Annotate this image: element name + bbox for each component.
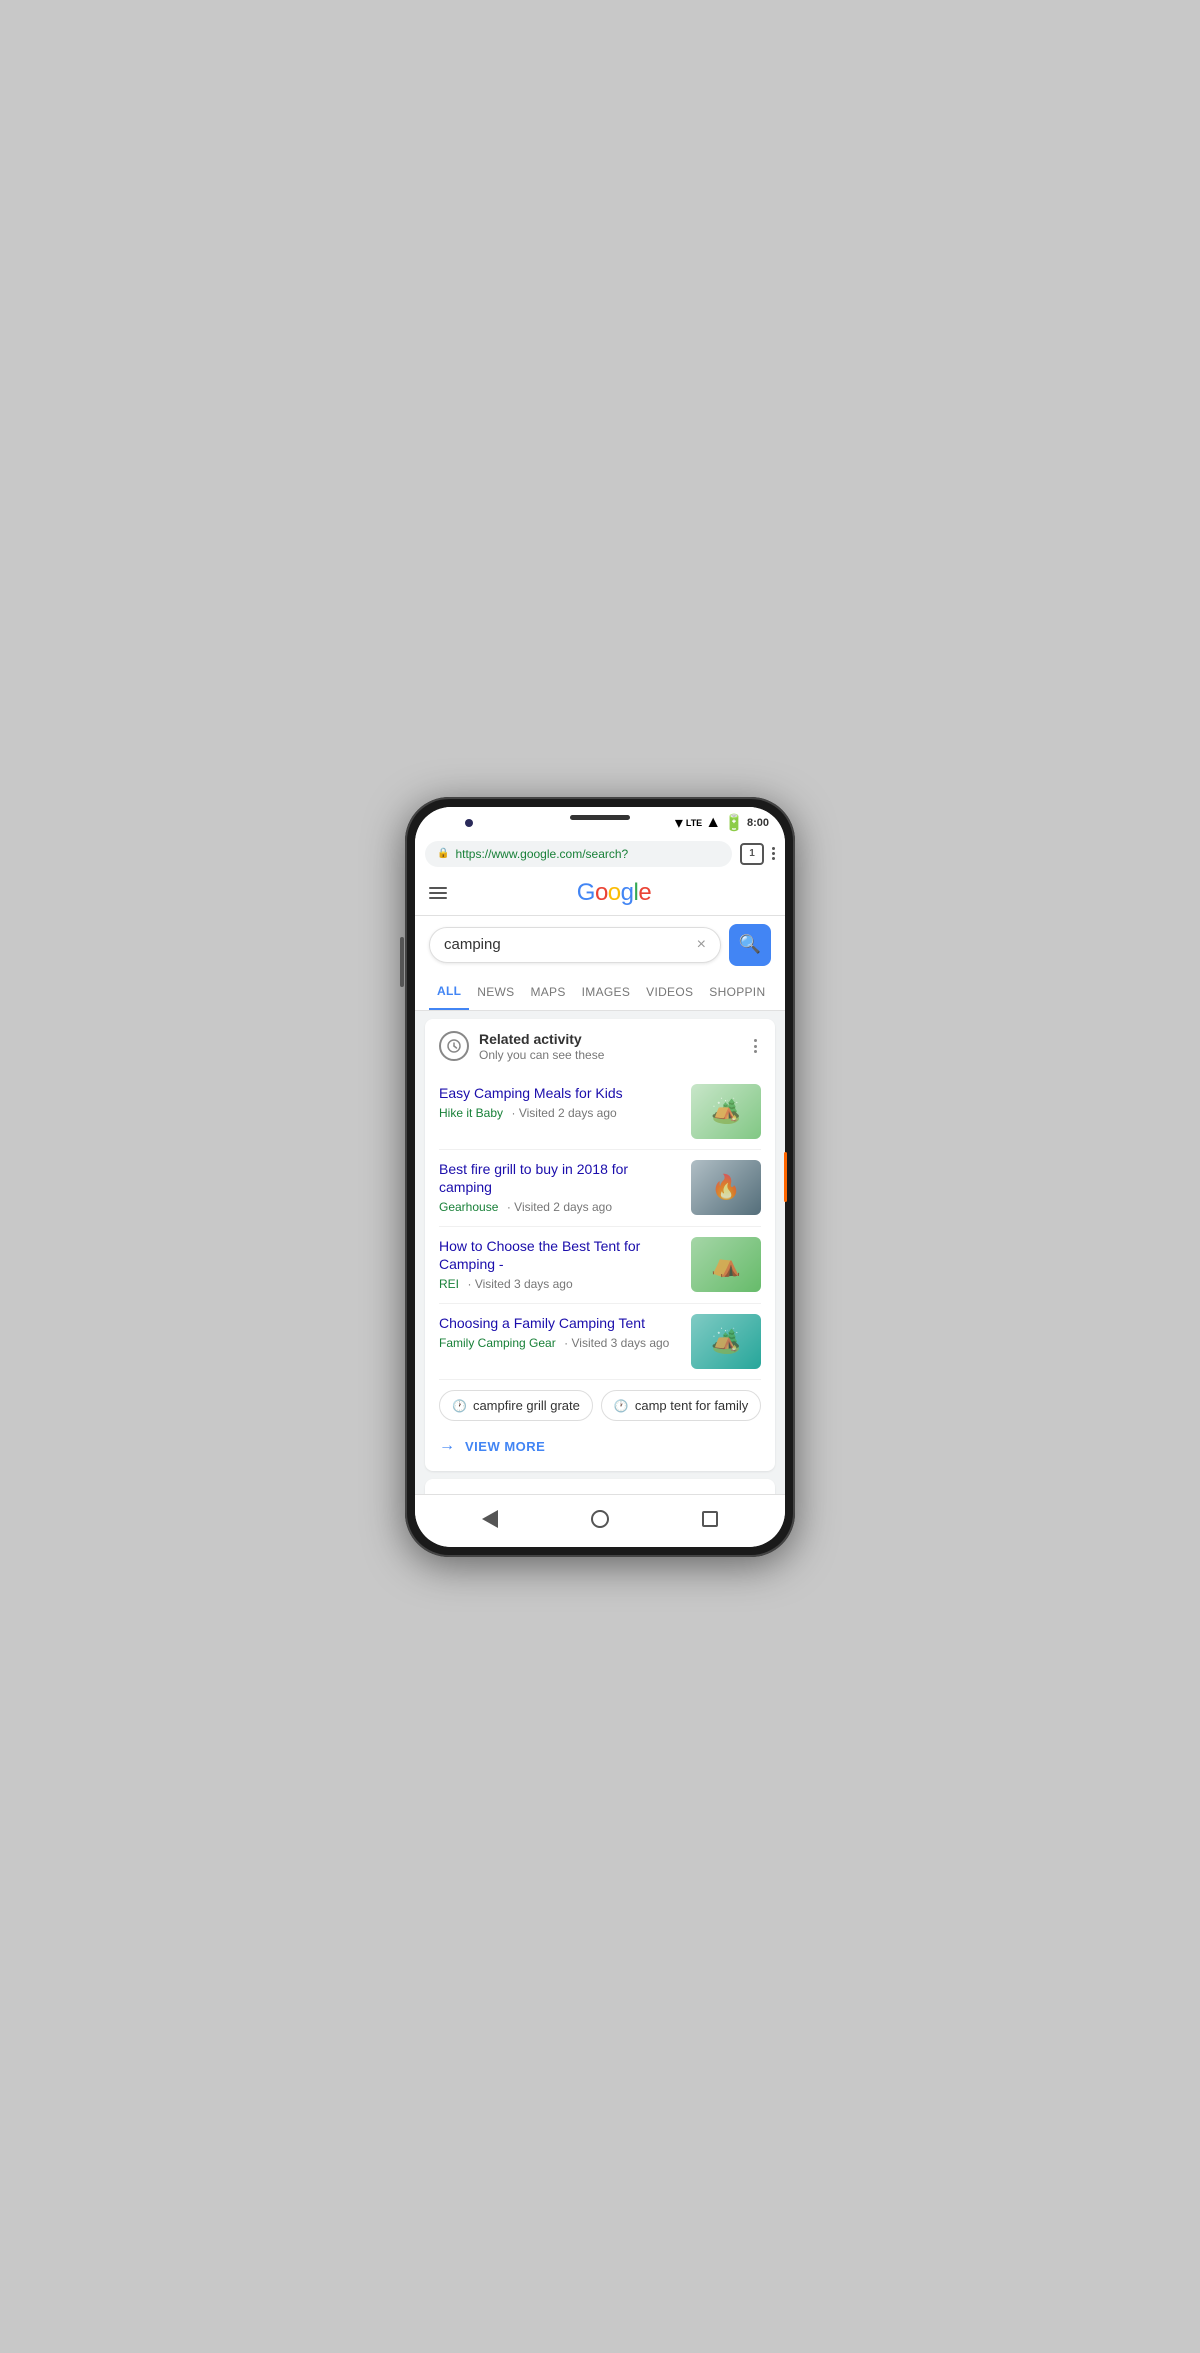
status-icons: ▾ LTE ▲ 🔋 8:00 bbox=[675, 813, 769, 833]
google-logo: Google bbox=[577, 879, 651, 907]
logo-o1: o bbox=[595, 879, 608, 907]
nps-result-card[interactable]: What to Bring - Camping (U.S. National P… bbox=[425, 1479, 775, 1493]
speaker-bar bbox=[570, 815, 630, 820]
result-source-4: Family Camping Gear bbox=[439, 1336, 556, 1350]
thumb-icon-3: ⛺ bbox=[711, 1250, 741, 1279]
chip-campfire[interactable]: 🕐 campfire grill grate bbox=[439, 1390, 593, 1421]
result-source-1: Hike it Baby bbox=[439, 1106, 503, 1120]
related-title: Related activity bbox=[479, 1031, 604, 1047]
arrow-icon: → bbox=[439, 1437, 455, 1455]
chip-clock-icon-1: 🕐 bbox=[452, 1399, 467, 1413]
thumb-icon-1: 🏕️ bbox=[711, 1097, 741, 1126]
tab-news[interactable]: NEWS bbox=[469, 975, 522, 1009]
search-clear-button[interactable]: × bbox=[697, 936, 706, 954]
hamburger-menu[interactable] bbox=[429, 887, 447, 899]
nav-back-button[interactable] bbox=[476, 1505, 504, 1533]
result-thumb-4: 🏕️ bbox=[691, 1314, 761, 1369]
chip-label-2: camp tent for family bbox=[635, 1398, 748, 1413]
nav-recents-button[interactable] bbox=[696, 1505, 724, 1533]
tabs-row: ALL NEWS MAPS IMAGES VIDEOS SHOPPIN bbox=[415, 974, 785, 1011]
wifi-icon: ▾ bbox=[675, 813, 683, 833]
result-item-2[interactable]: Best fire grill to buy in 2018 for campi… bbox=[439, 1150, 761, 1227]
url-protocol: https:// bbox=[455, 847, 491, 861]
search-query: camping bbox=[444, 936, 689, 953]
result-visited-2: Visited 2 days ago bbox=[514, 1200, 612, 1214]
result-source-2: Gearhouse bbox=[439, 1200, 498, 1214]
camera-dot bbox=[465, 819, 473, 827]
result-title-1: Easy Camping Meals for Kids bbox=[439, 1084, 681, 1102]
logo-g: G bbox=[577, 879, 595, 907]
result-title-2: Best fire grill to buy in 2018 for campi… bbox=[439, 1160, 681, 1196]
url-domain: www.google.com/search? bbox=[491, 847, 628, 861]
logo-o2: o bbox=[608, 879, 621, 907]
result-thumb-3: ⛺ bbox=[691, 1237, 761, 1292]
chip-clock-icon-2: 🕐 bbox=[614, 1399, 629, 1413]
home-icon bbox=[591, 1510, 609, 1528]
related-activity-card: Related activity Only you can see these … bbox=[425, 1019, 775, 1472]
result-text-4: Choosing a Family Camping Tent Family Ca… bbox=[439, 1314, 681, 1352]
result-visited-3: Visited 3 days ago bbox=[475, 1277, 573, 1291]
view-more-row[interactable]: → VIEW MORE bbox=[439, 1425, 761, 1459]
url-text: https://www.google.com/search? bbox=[455, 847, 628, 861]
result-title-3: How to Choose the Best Tent for Camping … bbox=[439, 1237, 681, 1273]
result-meta-3: · bbox=[467, 1277, 474, 1291]
result-thumb-1: 🏕️ bbox=[691, 1084, 761, 1139]
logo-g2: g bbox=[621, 879, 634, 907]
chip-label-1: campfire grill grate bbox=[473, 1398, 580, 1413]
search-row: camping × 🔍 bbox=[415, 916, 785, 974]
result-meta-1: · bbox=[511, 1106, 518, 1120]
recents-icon bbox=[702, 1511, 718, 1527]
tab-all[interactable]: ALL bbox=[429, 974, 469, 1010]
signal-icon: ▲ bbox=[705, 814, 721, 832]
result-item-3[interactable]: How to Choose the Best Tent for Camping … bbox=[439, 1227, 761, 1304]
result-title-4: Choosing a Family Camping Tent bbox=[439, 1314, 681, 1332]
result-text-2: Best fire grill to buy in 2018 for campi… bbox=[439, 1160, 681, 1216]
lock-icon: 🔒 bbox=[437, 848, 449, 859]
nav-bar bbox=[415, 1494, 785, 1547]
search-button[interactable]: 🔍 bbox=[729, 924, 771, 966]
tab-maps[interactable]: MAPS bbox=[522, 975, 573, 1009]
phone-screen: ▾ LTE ▲ 🔋 8:00 🔒 https://www.google.com/… bbox=[415, 807, 785, 1547]
orange-accent bbox=[784, 1152, 787, 1202]
chip-tent[interactable]: 🕐 camp tent for family bbox=[601, 1390, 761, 1421]
search-icon: 🔍 bbox=[739, 934, 761, 955]
thumb-icon-4: 🏕️ bbox=[711, 1327, 741, 1356]
lte-icon: LTE bbox=[686, 818, 702, 828]
related-header: Related activity Only you can see these bbox=[439, 1031, 761, 1062]
related-more-button[interactable] bbox=[750, 1035, 761, 1057]
result-visited-1: Visited 2 days ago bbox=[519, 1106, 617, 1120]
related-subtitle: Only you can see these bbox=[479, 1048, 604, 1062]
search-box[interactable]: camping × bbox=[429, 927, 721, 963]
back-icon bbox=[482, 1510, 498, 1528]
result-meta-4: · bbox=[564, 1336, 571, 1350]
content-area: Related activity Only you can see these … bbox=[415, 1011, 785, 1494]
view-more-text: VIEW MORE bbox=[465, 1439, 545, 1454]
power-button[interactable] bbox=[400, 937, 404, 987]
thumb-icon-2: 🔥 bbox=[711, 1173, 741, 1202]
tab-videos[interactable]: VIDEOS bbox=[638, 975, 701, 1009]
more-menu-button[interactable] bbox=[772, 847, 775, 860]
result-item-4[interactable]: Choosing a Family Camping Tent Family Ca… bbox=[439, 1304, 761, 1380]
chips-row: 🕐 campfire grill grate 🕐 camp tent for f… bbox=[439, 1380, 761, 1425]
url-bar[interactable]: 🔒 https://www.google.com/search? bbox=[425, 841, 732, 867]
clock-icon bbox=[439, 1031, 469, 1061]
battery-icon: 🔋 bbox=[724, 813, 744, 833]
result-visited-4: Visited 3 days ago bbox=[572, 1336, 670, 1350]
related-text: Related activity Only you can see these bbox=[479, 1031, 604, 1062]
tab-shopping[interactable]: SHOPPIN bbox=[701, 975, 773, 1009]
logo-e: e bbox=[638, 879, 651, 907]
tab-images[interactable]: IMAGES bbox=[574, 975, 638, 1009]
tab-count-button[interactable]: 1 bbox=[740, 843, 764, 865]
result-thumb-2: 🔥 bbox=[691, 1160, 761, 1215]
url-bar-row: 🔒 https://www.google.com/search? 1 bbox=[415, 837, 785, 873]
phone-device: ▾ LTE ▲ 🔋 8:00 🔒 https://www.google.com/… bbox=[405, 797, 795, 1557]
result-text-1: Easy Camping Meals for Kids Hike it Baby… bbox=[439, 1084, 681, 1122]
result-text-3: How to Choose the Best Tent for Camping … bbox=[439, 1237, 681, 1293]
nav-home-button[interactable] bbox=[586, 1505, 614, 1533]
google-header: Google bbox=[415, 873, 785, 916]
status-time: 8:00 bbox=[747, 817, 769, 829]
result-item-1[interactable]: Easy Camping Meals for Kids Hike it Baby… bbox=[439, 1074, 761, 1150]
result-source-3: REI bbox=[439, 1277, 459, 1291]
